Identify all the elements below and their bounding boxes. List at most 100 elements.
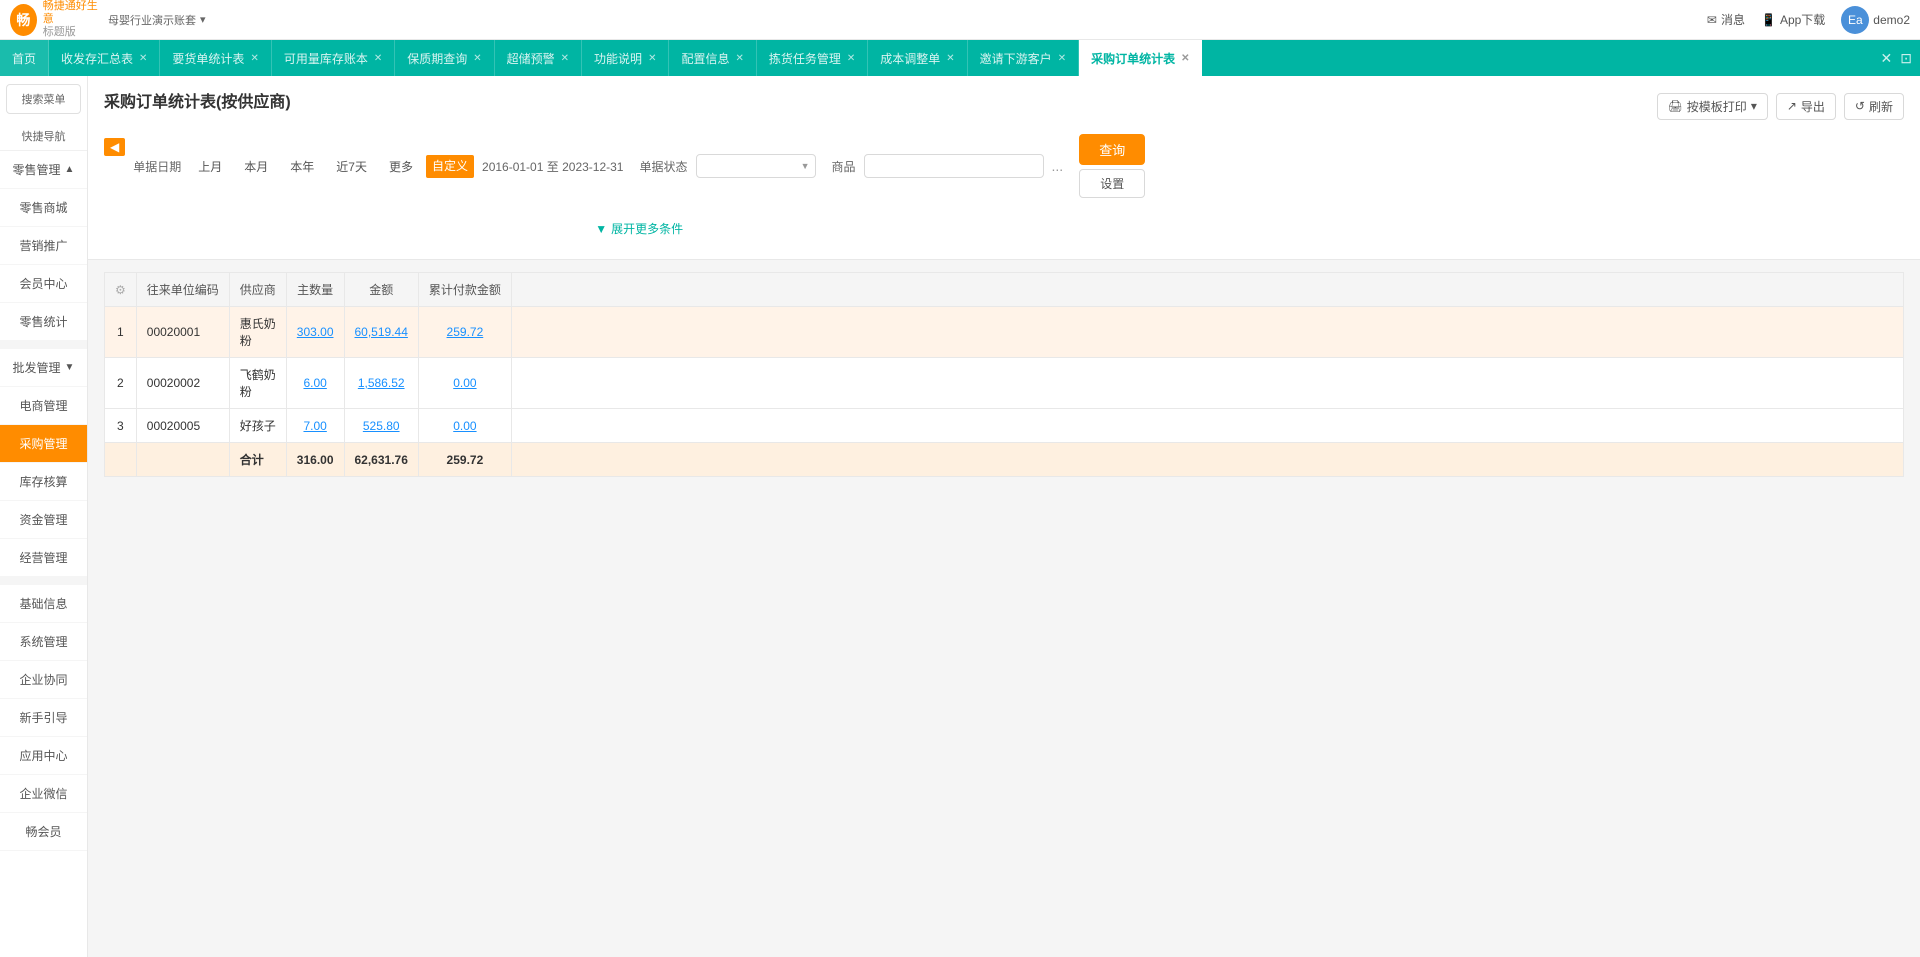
sidebar-item-batch-mgmt[interactable]: 批发管理 ▼ (0, 349, 87, 387)
sidebar-item-new-guide-label: 新手引导 (19, 709, 67, 726)
tab-stock-close[interactable]: ✕ (374, 53, 382, 64)
tab-overstock-close[interactable]: ✕ (561, 53, 569, 64)
tab-stock-label: 可用量库存账本 (284, 50, 368, 67)
sidebar-item-enterprise[interactable]: 企业协同 (0, 661, 87, 699)
row-amount-2[interactable]: 1,586.52 (344, 358, 418, 409)
tab-expire[interactable]: 保质期查询 ✕ (395, 40, 494, 76)
date-from: 2016-01-01 (482, 160, 543, 174)
print-btn[interactable]: 🖨 按模板打印 ▾ (1657, 93, 1768, 120)
tab-config-close[interactable]: ✕ (735, 53, 743, 64)
tab-invite-close[interactable]: ✕ (1058, 53, 1066, 64)
sidebar-item-new-guide[interactable]: 新手引导 (0, 699, 87, 737)
workspace-chevron: ▾ (200, 13, 206, 26)
row-qty-2[interactable]: 6.00 (286, 358, 344, 409)
tab-demand-close[interactable]: ✕ (250, 53, 258, 64)
sidebar-item-ecommerce[interactable]: 电商管理 (0, 387, 87, 425)
col-settings[interactable]: ⚙ (105, 273, 137, 307)
export-btn[interactable]: ↗ 导出 (1776, 93, 1836, 120)
tab-overstock[interactable]: 超储预警 ✕ (495, 40, 582, 76)
row-seq-3: 3 (105, 409, 137, 443)
filter-collapse-toggle[interactable]: ◀ (104, 138, 125, 156)
message-icon: ✉ (1707, 13, 1717, 27)
sidebar-item-retail-shop[interactable]: 零售商城 (0, 189, 87, 227)
expand-more-btn[interactable]: ▼ 展开更多条件 (587, 216, 691, 241)
tab-purchase-stat-close[interactable]: ✕ (1181, 53, 1189, 64)
tab-demand[interactable]: 要货单统计表 ✕ (160, 40, 271, 76)
sidebar-item-operations[interactable]: 经营管理 (0, 539, 87, 577)
goods-input[interactable] (864, 154, 1044, 178)
nav-expand-btn[interactable]: ⊡ (1900, 50, 1912, 67)
row-amount-1[interactable]: 60,519.44 (344, 307, 418, 358)
settings-btn[interactable]: 设置 (1079, 169, 1145, 198)
sidebar-item-retail-stat-label: 零售统计 (19, 313, 67, 330)
status-select[interactable]: 待审核 已审核 (696, 154, 816, 178)
sidebar-item-purchase-mgmt[interactable]: 采购管理 (0, 425, 87, 463)
footer-qty: 316.00 (286, 443, 344, 477)
chevron-icon-2: ▼ (65, 362, 75, 373)
settings-gear-icon: ⚙ (115, 283, 126, 297)
date-btn-this-month[interactable]: 本月 (235, 155, 277, 178)
tab-task-close[interactable]: ✕ (847, 53, 855, 64)
row-paid-2[interactable]: 0.00 (418, 358, 511, 409)
print-arrow: ▾ (1751, 99, 1757, 113)
tab-home[interactable]: 首页 (0, 40, 49, 76)
date-btn-7days[interactable]: 近7天 (327, 155, 376, 178)
tab-expire-label: 保质期查询 (407, 50, 467, 67)
tab-collect[interactable]: 收发存汇总表 ✕ (49, 40, 160, 76)
message-label: 消息 (1721, 11, 1745, 28)
sidebar-search-area: 搜索菜单 (0, 76, 87, 122)
row-qty-1[interactable]: 303.00 (286, 307, 344, 358)
date-separator: 至 (547, 160, 562, 174)
user-menu[interactable]: Ea demo2 (1841, 6, 1910, 34)
sidebar-item-retail-mgmt[interactable]: 零售管理 ▲ (0, 151, 87, 189)
sidebar-item-app-center[interactable]: 应用中心 (0, 737, 87, 775)
date-btn-this-year[interactable]: 本年 (281, 155, 323, 178)
search-menu-btn[interactable]: 搜索菜单 (6, 84, 81, 114)
tab-cost-close[interactable]: ✕ (946, 53, 954, 64)
tab-invite[interactable]: 邀请下游客户 ✕ (968, 40, 1079, 76)
page-header-row: 采购订单统计表(按供应商) 🖨 按模板打印 ▾ ↗ 导出 ↺ 刷新 (104, 88, 1904, 124)
sidebar-item-basic-info[interactable]: 基础信息 (0, 585, 87, 623)
tab-expire-close[interactable]: ✕ (473, 53, 481, 64)
sidebar-item-inventory[interactable]: 库存核算 (0, 463, 87, 501)
sidebar-item-purchase-mgmt-label: 采购管理 (19, 435, 67, 452)
date-btn-last-month[interactable]: 上月 (189, 155, 231, 178)
query-btn[interactable]: 查询 (1079, 134, 1145, 165)
sidebar-item-marketing[interactable]: 营销推广 (0, 227, 87, 265)
page-header: 采购订单统计表(按供应商) 🖨 按模板打印 ▾ ↗ 导出 ↺ 刷新 (88, 76, 1920, 260)
more-fields-btn[interactable]: ... (1052, 158, 1064, 174)
tab-home-label: 首页 (12, 50, 36, 67)
refresh-btn[interactable]: ↺ 刷新 (1844, 93, 1904, 120)
tab-demand-label: 要货单统计表 (172, 50, 244, 67)
tab-stock[interactable]: 可用量库存账本 ✕ (272, 40, 395, 76)
sidebar-item-retail-stat[interactable]: 零售统计 (0, 303, 87, 341)
tab-collect-close[interactable]: ✕ (139, 53, 147, 64)
tab-funchelp[interactable]: 功能说明 ✕ (582, 40, 669, 76)
sidebar-item-system[interactable]: 系统管理 (0, 623, 87, 661)
app-download-btn[interactable]: 📱 App下载 (1761, 11, 1825, 28)
sidebar-item-wechat-label: 企业微信 (19, 785, 67, 802)
tab-purchase-stat[interactable]: 采购订单统计表 ✕ (1079, 40, 1202, 76)
row-paid-1[interactable]: 259.72 (418, 307, 511, 358)
collapse-btn[interactable]: ◀ (104, 138, 125, 156)
sidebar-item-member[interactable]: 会员中心 (0, 265, 87, 303)
logo-abbr: 畅 (16, 10, 30, 30)
sidebar-item-wechat[interactable]: 企业微信 (0, 775, 87, 813)
tab-cost[interactable]: 成本调整单 ✕ (868, 40, 967, 76)
quick-nav-btn[interactable]: 快捷导航 (0, 122, 87, 151)
export-label: 导出 (1801, 98, 1825, 115)
tab-config[interactable]: 配置信息 ✕ (669, 40, 756, 76)
content-area: 采购订单统计表(按供应商) 🖨 按模板打印 ▾ ↗ 导出 ↺ 刷新 (88, 76, 1920, 957)
date-btn-more[interactable]: 更多 (380, 155, 422, 178)
row-amount-3[interactable]: 525.80 (344, 409, 418, 443)
sidebar-item-finance[interactable]: 资金管理 (0, 501, 87, 539)
sidebar-item-vip[interactable]: 畅会员 (0, 813, 87, 851)
tab-funchelp-close[interactable]: ✕ (648, 53, 656, 64)
row-qty-3[interactable]: 7.00 (286, 409, 344, 443)
row-paid-3[interactable]: 0.00 (418, 409, 511, 443)
message-btn[interactable]: ✉ 消息 (1707, 11, 1745, 28)
chevron-icon: ▲ (65, 164, 75, 175)
tab-task[interactable]: 拣货任务管理 ✕ (757, 40, 868, 76)
workspace-selector[interactable]: 母婴行业演示账套 ▾ (108, 12, 206, 28)
nav-close-btn[interactable]: ✕ (1881, 50, 1893, 67)
